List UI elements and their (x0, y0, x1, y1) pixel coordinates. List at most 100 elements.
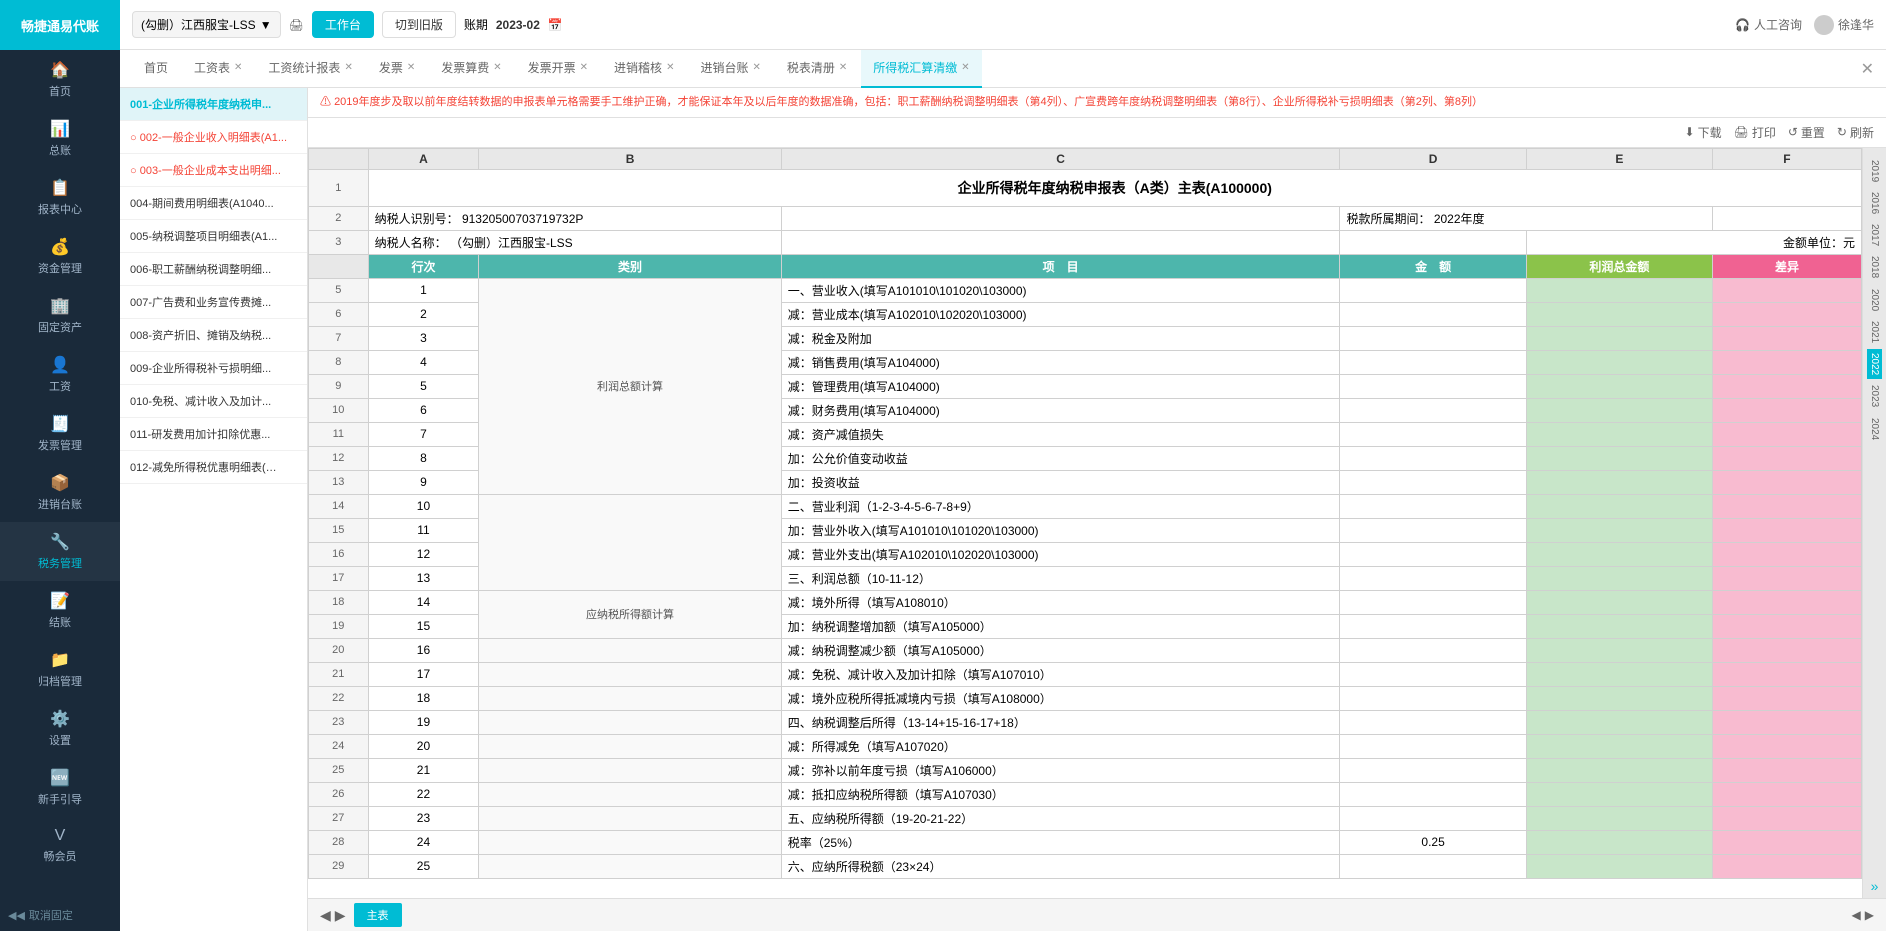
year-panel: 2019 2016 2017 2018 2020 2021 2022 2023 … (1862, 148, 1886, 899)
sidebar-item-fund[interactable]: 💰 资金管理 (0, 227, 120, 286)
list-item-002[interactable]: 002-一般企业收入明细表(A1... (120, 121, 307, 154)
bottom-tabs: ◀ ▶ 主表 ◀ ▶ (308, 898, 1886, 931)
print-icon[interactable]: 🖨 (289, 18, 304, 32)
year-2018[interactable]: 2018 (1867, 252, 1882, 282)
row-2-num: 2 (309, 206, 369, 230)
print-button[interactable]: 🖨 打印 (1734, 124, 1776, 141)
sidebar-item-tax[interactable]: 🔧 税务管理 (0, 522, 120, 581)
col-c-header: C (781, 148, 1340, 169)
year-panel-expand[interactable]: » (1867, 874, 1883, 898)
sidebar-item-invoice[interactable]: 🧾 发票管理 (0, 404, 120, 463)
list-item-008[interactable]: 008-资产折旧、摊销及纳税... (120, 319, 307, 352)
sidebar-item-label: 税务管理 (38, 555, 82, 571)
calendar-icon[interactable]: 📅 (548, 18, 563, 32)
header-lebie: 类别 (479, 254, 781, 278)
tab-invoice-label: 发票 (379, 59, 403, 76)
sidebar-item-member[interactable]: V 畅会员 (0, 817, 120, 874)
list-item-004[interactable]: 004-期间费用明细表(A1040... (120, 187, 307, 220)
user-name: 徐逢华 (1838, 16, 1874, 33)
year-2023[interactable]: 2023 (1867, 381, 1882, 411)
tab-income-tax[interactable]: 所得税汇算清缴 ✕ (861, 50, 981, 88)
tab-invoice-close[interactable]: ✕ (407, 62, 415, 73)
tab-tax-clear-label: 税表清册 (787, 59, 835, 76)
period-value: 2023-02 (496, 18, 540, 32)
year-2022[interactable]: 2022 (1867, 349, 1882, 379)
sheet-prev-icon[interactable]: ◀ (320, 907, 331, 924)
reset-button[interactable]: ↺ 重置 (1788, 124, 1825, 141)
tax-icon: 🔧 (50, 532, 70, 552)
workbench-button[interactable]: 工作台 (312, 11, 374, 38)
sidebar-item-label: 报表中心 (38, 201, 82, 217)
sidebar-item-home[interactable]: 🏠 首页 (0, 50, 120, 109)
sheet-tab-main[interactable]: 主表 (354, 903, 402, 927)
sheet-nav: ◀ ▶ (320, 907, 346, 924)
sidebar-item-label: 畅会员 (44, 848, 77, 864)
tab-home-label: 首页 (144, 59, 168, 76)
company-selector[interactable]: (勾删）江西服宝-LSS ▼ (132, 11, 281, 38)
refresh-label: 刷新 (1850, 124, 1874, 141)
tab-payroll-close[interactable]: ✕ (234, 62, 242, 73)
list-item-007[interactable]: 007-广告费和业务宣传费摊... (120, 286, 307, 319)
tab-tax-clear-close[interactable]: ✕ (839, 62, 847, 73)
header-chayi: 差异 (1712, 254, 1861, 278)
tab-invoice-fee-close[interactable]: ✕ (493, 62, 501, 73)
sidebar-item-archive[interactable]: 📁 归档管理 (0, 640, 120, 699)
col-b-header: B (479, 148, 781, 169)
tab-invoice-fee[interactable]: 发票算费 ✕ (429, 50, 513, 88)
list-item-001[interactable]: 001-企业所得税年度纳税申... (120, 88, 307, 121)
list-item-009[interactable]: 009-企业所得税补亏损明细... (120, 352, 307, 385)
tax-period-cell: 税款所属期间： 2022年度 (1340, 206, 1712, 230)
table-container[interactable]: A B C D E F 1 企业所 (308, 148, 1886, 899)
tab-ps-ledger[interactable]: 进销台账 ✕ (688, 50, 772, 88)
tab-tax-clear[interactable]: 税表清册 ✕ (775, 50, 859, 88)
sheet-next-icon[interactable]: ▶ (335, 907, 346, 924)
chevron-down-icon: ▼ (260, 18, 272, 32)
scroll-left-icon[interactable]: ◀ (1852, 908, 1861, 922)
list-item-010[interactable]: 010-免税、减计收入及加计... (120, 385, 307, 418)
tab-invoice-open-close[interactable]: ✕ (580, 62, 588, 73)
sidebar-item-report[interactable]: 📋 报表中心 (0, 168, 120, 227)
scroll-right-icon[interactable]: ▶ (1865, 908, 1874, 922)
tab-income-tax-close[interactable]: ✕ (961, 62, 969, 73)
sidebar-item-assets[interactable]: 🏢 固定资产 (0, 286, 120, 345)
main-panel: ⚠ 2019年度步及取以前年度结转数据的申报表单元格需要手工维护正确，才能保证本… (308, 88, 1886, 931)
list-item-011[interactable]: 011-研发费用加计扣除优惠... (120, 418, 307, 451)
consult-button[interactable]: 🎧 人工咨询 (1735, 16, 1802, 33)
switch-old-button[interactable]: 切到旧版 (382, 11, 456, 38)
user-profile[interactable]: 徐逢华 (1814, 15, 1874, 35)
list-item-006[interactable]: 006-职工薪酬纳税调整明细... (120, 253, 307, 286)
tab-home[interactable]: 首页 (132, 50, 180, 88)
sidebar-item-close[interactable]: 📝 结账 (0, 581, 120, 640)
col-e-header: E (1526, 148, 1712, 169)
year-2019[interactable]: 2019 (1867, 156, 1882, 186)
sidebar-item-payroll[interactable]: 👤 工资 (0, 345, 120, 404)
sidebar-item-purchase-sales[interactable]: 📦 进销台账 (0, 463, 120, 522)
sidebar-item-label: 总账 (49, 142, 71, 158)
tab-payroll-stats[interactable]: 工资统计报表 ✕ (256, 50, 364, 88)
ledger-icon: 📊 (50, 119, 70, 139)
sidebar-pin-toggle[interactable]: ◀◀ 取消固定 (0, 899, 120, 931)
download-label: 下载 (1698, 124, 1722, 141)
year-2016[interactable]: 2016 (1867, 188, 1882, 218)
download-button[interactable]: ⬇ 下载 (1685, 124, 1722, 141)
tab-invoice-open[interactable]: 发票开票 ✕ (516, 50, 600, 88)
tab-payroll[interactable]: 工资表 ✕ (182, 50, 254, 88)
sidebar-item-guide[interactable]: 🆕 新手引导 (0, 758, 120, 817)
tab-ps-check[interactable]: 进销稽核 ✕ (602, 50, 686, 88)
list-item-012[interactable]: 012-减免所得税优惠明细表(… (120, 451, 307, 484)
list-item-003[interactable]: 003-一般企业成本支出明细... (120, 154, 307, 187)
nav-close-all[interactable]: ✕ (1861, 59, 1874, 79)
refresh-button[interactable]: ↻ 刷新 (1837, 124, 1874, 141)
year-2017[interactable]: 2017 (1867, 220, 1882, 250)
tab-invoice[interactable]: 发票 ✕ (367, 50, 427, 88)
sidebar-item-settings[interactable]: ⚙️ 设置 (0, 699, 120, 758)
year-2024[interactable]: 2024 (1867, 414, 1882, 444)
list-item-005[interactable]: 005-纳税调整项目明细表(A1... (120, 220, 307, 253)
year-2021[interactable]: 2021 (1867, 317, 1882, 347)
tab-payroll-stats-close[interactable]: ✕ (344, 62, 352, 73)
header-xiangmu: 项 目 (781, 254, 1340, 278)
year-2020[interactable]: 2020 (1867, 285, 1882, 315)
sidebar-item-ledger[interactable]: 📊 总账 (0, 109, 120, 168)
tab-ps-check-close[interactable]: ✕ (666, 62, 674, 73)
tab-ps-ledger-close[interactable]: ✕ (752, 62, 760, 73)
